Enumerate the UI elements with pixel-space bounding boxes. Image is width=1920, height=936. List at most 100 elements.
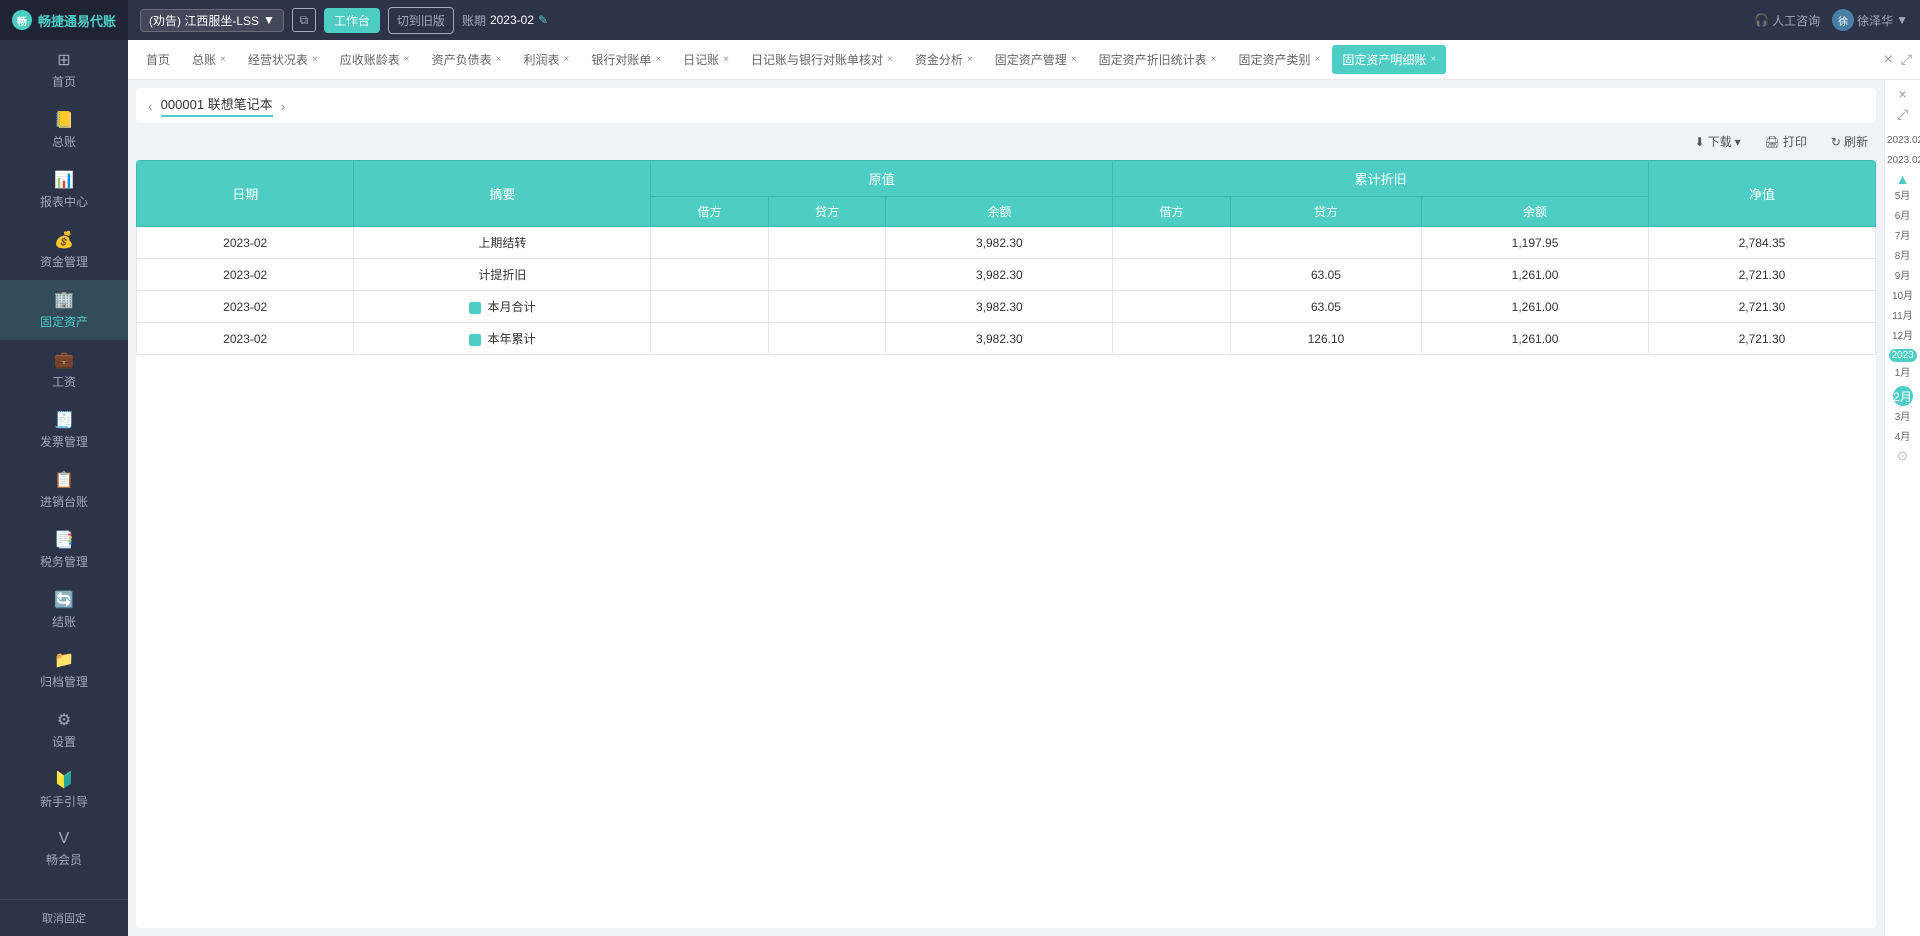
- period-month-3[interactable]: 3月: [1885, 408, 1920, 428]
- switch-button[interactable]: 切到旧版: [388, 7, 454, 34]
- period-entry-2023-02a[interactable]: 2023.02: [1885, 131, 1920, 151]
- tab-receivables[interactable]: 应收账龄表 ×: [330, 45, 420, 74]
- cell-dep-debit: [1113, 291, 1231, 323]
- capital-icon: 💰: [54, 230, 74, 250]
- panel-close-icon[interactable]: ×: [1898, 86, 1906, 102]
- tab-close-icon[interactable]: ×: [1211, 54, 1217, 65]
- panel-expand-icon[interactable]: ⤢: [1897, 106, 1908, 123]
- cell-orig-debit: [651, 291, 769, 323]
- sidebar-pin-toggle[interactable]: 取消固定: [0, 899, 128, 936]
- tab-close-icon[interactable]: ×: [723, 54, 729, 65]
- sidebar-item-fixed-assets[interactable]: 🏢 固定资产: [0, 280, 128, 340]
- toolbar: ⬇ 下载 ▾ 🖨 打印 ↻ 刷新: [136, 129, 1876, 154]
- sidebar-logo: 畅 畅捷通易代账: [0, 0, 128, 40]
- user-name-label: 徐泽华: [1857, 12, 1893, 29]
- tab-close-icon[interactable]: ×: [563, 54, 569, 65]
- tab-business[interactable]: 经营状况表 ×: [238, 45, 328, 74]
- main-content: (劝告) 江西服坐-LSS ▼ ⧉ 工作台 切到旧版 账期 2023-02 ✎ …: [128, 0, 1920, 936]
- summary-badge: [469, 334, 481, 346]
- settlement-icon: 🔄: [54, 590, 74, 610]
- sidebar-item-salary[interactable]: 💼 工资: [0, 340, 128, 400]
- cell-orig-balance: 3,982.30: [886, 323, 1113, 355]
- period-month-9[interactable]: 9月: [1885, 267, 1920, 287]
- period-month-1[interactable]: 1月: [1885, 364, 1920, 384]
- tab-fixed-mgmt[interactable]: 固定资产管理 ×: [985, 45, 1087, 74]
- tab-bar-close-icon[interactable]: ×: [1883, 51, 1892, 69]
- subnav-prev[interactable]: ‹: [148, 98, 153, 114]
- sidebar: 畅 畅捷通易代账 ⊞ 首页 📒 总账 📊 报表中心 💰 资金管理 🏢 固定资产 …: [0, 0, 128, 936]
- logo-text: 畅捷通易代账: [38, 11, 116, 30]
- service-button[interactable]: 🎧 人工咨询: [1754, 12, 1820, 29]
- tab-depreciation[interactable]: 固定资产折旧统计表 ×: [1089, 45, 1227, 74]
- tab-balance[interactable]: 资产负债表 ×: [422, 45, 512, 74]
- tab-bank-statement[interactable]: 银行对账单 ×: [581, 45, 671, 74]
- user-menu[interactable]: 徐 徐泽华 ▼: [1832, 9, 1908, 31]
- tab-close-icon[interactable]: ×: [312, 54, 318, 65]
- col-dep-debit: 借方: [1113, 197, 1231, 227]
- sidebar-item-guide[interactable]: 🔰 新手引导: [0, 760, 128, 820]
- cell-dep-credit: 63.05: [1230, 291, 1421, 323]
- cell-orig-balance: 3,982.30: [886, 227, 1113, 259]
- tab-capital-analysis[interactable]: 资金分析 ×: [905, 45, 983, 74]
- summary-badge: [469, 302, 481, 314]
- sidebar-item-settlement[interactable]: 🔄 结账: [0, 580, 128, 640]
- tab-ledger[interactable]: 总账 ×: [182, 45, 236, 74]
- period-month-12[interactable]: 12月: [1885, 327, 1920, 347]
- table-row: 2023-02 计提折旧 3,982.30 63.05 1,261.00 2,7…: [137, 259, 1876, 291]
- tab-close-icon[interactable]: ×: [655, 54, 661, 65]
- reports-icon: 📊: [54, 170, 74, 190]
- cell-net-value: 2,784.35: [1648, 227, 1875, 259]
- edit-period-icon[interactable]: ✎: [538, 13, 548, 27]
- sidebar-item-settings[interactable]: ⚙ 设置: [0, 700, 128, 760]
- period-month-8[interactable]: 8月: [1885, 247, 1920, 267]
- refresh-button[interactable]: ↻ 刷新: [1823, 129, 1876, 154]
- workspace-button[interactable]: 工作台: [324, 8, 380, 33]
- sidebar-item-sales-ledger[interactable]: 📋 进销台账: [0, 460, 128, 520]
- panel-settings-icon[interactable]: ⚙: [1896, 448, 1909, 465]
- tab-fixed-type[interactable]: 固定资产类别 ×: [1228, 45, 1330, 74]
- sidebar-item-tax[interactable]: 📑 税务管理: [0, 520, 128, 580]
- sidebar-item-invoice[interactable]: 🧾 发票管理: [0, 400, 128, 460]
- tab-fixed-detail[interactable]: 固定资产明细账 ×: [1332, 45, 1446, 74]
- sidebar-item-label: 结账: [52, 613, 76, 630]
- subnav-next[interactable]: ›: [281, 98, 286, 114]
- scroll-up-icon[interactable]: ▲: [1896, 171, 1910, 187]
- tab-close-icon[interactable]: ×: [1314, 54, 1320, 65]
- archive-icon: 📁: [54, 650, 74, 670]
- table-row: 2023-02 本月合计 3,982.30 63.05 1,261.00: [137, 291, 1876, 323]
- tab-bar-expand-icon[interactable]: ⤢: [1901, 51, 1912, 68]
- col-net-value: 净值: [1648, 161, 1875, 227]
- tab-close-icon[interactable]: ×: [887, 54, 893, 65]
- tab-close-icon[interactable]: ×: [1071, 54, 1077, 65]
- tab-close-icon[interactable]: ×: [404, 54, 410, 65]
- company-selector[interactable]: (劝告) 江西服坐-LSS ▼: [140, 9, 284, 32]
- tab-home[interactable]: 首页: [136, 45, 180, 74]
- tab-journal[interactable]: 日记账 ×: [673, 45, 739, 74]
- sidebar-item-capital[interactable]: 💰 资金管理: [0, 220, 128, 280]
- tab-label: 固定资产管理: [995, 51, 1067, 68]
- tab-close-icon[interactable]: ×: [220, 54, 226, 65]
- tab-close-icon[interactable]: ×: [967, 54, 973, 65]
- period-month-7[interactable]: 7月: [1885, 227, 1920, 247]
- sidebar-item-member[interactable]: V 畅会员: [0, 820, 128, 878]
- tab-journal-bank[interactable]: 日记账与银行对账单核对 ×: [741, 45, 903, 74]
- period-month-11[interactable]: 11月: [1885, 307, 1920, 327]
- tab-profit[interactable]: 利润表 ×: [513, 45, 579, 74]
- sidebar-item-ledger[interactable]: 📒 总账: [0, 100, 128, 160]
- sidebar-item-reports[interactable]: 📊 报表中心: [0, 160, 128, 220]
- period-month-5[interactable]: 5月: [1885, 187, 1920, 207]
- dropdown-icon: ▼: [263, 13, 275, 27]
- download-button[interactable]: ⬇ 下载 ▾: [1687, 129, 1749, 154]
- tab-close-icon[interactable]: ×: [496, 54, 502, 65]
- settings-icon: ⚙: [57, 710, 71, 730]
- sidebar-item-archive[interactable]: 📁 归档管理: [0, 640, 128, 700]
- print-button[interactable]: 🖨 打印: [1757, 129, 1815, 154]
- sidebar-item-home[interactable]: ⊞ 首页: [0, 40, 128, 100]
- tab-close-icon[interactable]: ×: [1430, 54, 1436, 65]
- copy-icon[interactable]: ⧉: [292, 8, 316, 32]
- period-month-10[interactable]: 10月: [1885, 287, 1920, 307]
- period-month-4[interactable]: 4月: [1885, 428, 1920, 448]
- period-month-6[interactable]: 6月: [1885, 207, 1920, 227]
- period-month-2-active[interactable]: 2月: [1893, 386, 1913, 406]
- period-entry-2023-02b[interactable]: 2023.02: [1885, 151, 1920, 171]
